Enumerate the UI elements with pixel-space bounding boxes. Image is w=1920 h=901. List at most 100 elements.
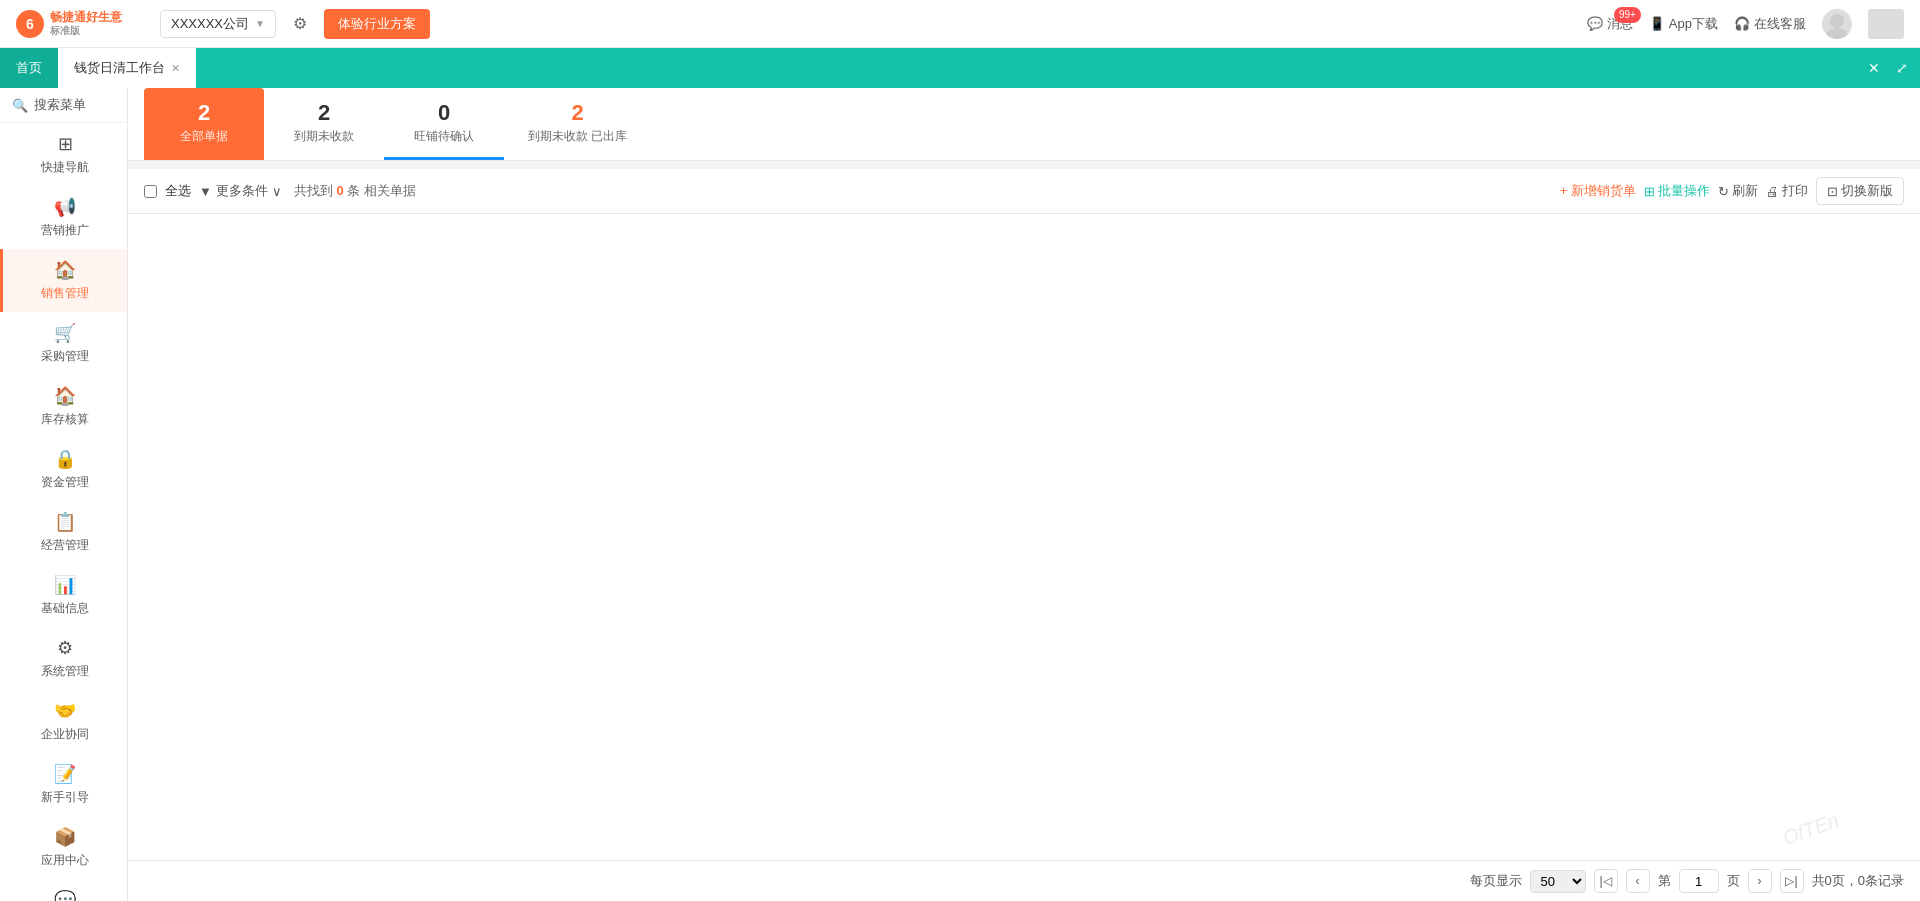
refresh-label: 刷新 [1732,182,1758,200]
more-filter-btn[interactable]: ▼ 更多条件 ∨ [199,182,282,200]
batch-ops-btn[interactable]: ⊞ 批量操作 [1644,182,1710,200]
stat-card-all[interactable]: 2 全部单据 [144,88,264,160]
switch-new-btn[interactable]: ⊡ 切换新版 [1816,177,1904,205]
logo-icon: 6 [16,10,44,38]
filter-arrow-icon: ∨ [272,184,282,199]
sidebar-item-app-center[interactable]: 📦 应用中心 [0,816,127,879]
avatar[interactable] [1822,9,1852,39]
sidebar-item-basic-info[interactable]: 📊 基础信息 [0,564,127,627]
stat-label-overdue: 到期未收款 [294,128,354,145]
stat-count-shipped: 2 [572,100,584,126]
tab-home[interactable]: 首页 [0,48,58,88]
stat-count-overdue: 2 [318,100,330,126]
toolbar-right: + 新增销货单 ⊞ 批量操作 ↻ 刷新 🖨 打印 ⊡ 切换新版 [1560,177,1904,205]
per-page-label: 每页显示 [1470,872,1522,890]
online-service-item[interactable]: 🎧 在线客服 [1734,15,1806,33]
inventory-icon: 🏠 [54,385,76,407]
switch-label: 切换新版 [1841,182,1893,200]
nav-tab-actions: ✕ ⤢ [1864,56,1920,80]
found-prefix: 共找到 [294,183,333,198]
sidebar-item-cooperation[interactable]: 🤝 企业协同 [0,690,127,753]
found-count: 0 [337,183,344,198]
nav-tabs: 首页 钱货日清工作台 ✕ ✕ ⤢ [0,48,1920,88]
app-download-icon: 📱 [1649,16,1665,31]
stats-bar: 2 全部单据 2 到期未收款 0 旺铺待确认 2 到期未收款 已出库 [128,88,1920,161]
quick-nav-icon: ⊞ [58,133,73,155]
tab-workbench[interactable]: 钱货日清工作台 ✕ [58,48,196,88]
purchase-icon: 🛒 [54,322,76,344]
refresh-btn[interactable]: ↻ 刷新 [1718,182,1758,200]
sidebar-item-quick-nav[interactable]: ⊞ 快捷导航 [0,123,127,186]
found-text: 共找到 0 条 相关单据 [294,182,416,200]
sidebar-label-purchase: 采购管理 [41,348,89,365]
prev-page-btn[interactable]: ‹ [1626,869,1650,893]
message-item[interactable]: 💬 消息 99+ [1587,15,1633,33]
print-btn[interactable]: 🖨 打印 [1766,182,1808,200]
next-page-btn[interactable]: › [1748,869,1772,893]
sidebar-item-system[interactable]: ⚙ 系统管理 [0,627,127,690]
sidebar-label-guide: 新手引导 [41,789,89,806]
sidebar-label-system: 系统管理 [41,663,89,680]
app-download-item[interactable]: 📱 App下载 [1649,15,1718,33]
trial-button[interactable]: 体验行业方案 [324,9,430,39]
search-menu-label: 搜索菜单 [34,96,86,114]
app-title: 畅捷通好生意 [50,10,122,24]
online-service-label: 在线客服 [1754,15,1806,33]
page-label-end: 页 [1727,872,1740,890]
refresh-icon: ↻ [1718,184,1729,199]
sidebar-item-purchase[interactable]: 🛒 采购管理 [0,312,127,375]
sidebar-item-operation[interactable]: 📋 经营管理 [0,501,127,564]
header-right: 💬 消息 99+ 📱 App下载 🎧 在线客服 [1587,9,1904,39]
app-center-icon: 📦 [54,826,76,848]
add-sales-btn[interactable]: + 新增销货单 [1560,182,1636,200]
print-icon: 🖨 [1766,184,1779,199]
stat-label-all: 全部单据 [180,128,228,145]
sidebar-search[interactable]: 🔍 搜索菜单 [0,88,127,123]
sidebar: 🔍 搜索菜单 ⊞ 快捷导航 📢 营销推广 🏠 销售管理 🛒 采购管理 🏠 库存核… [0,88,128,901]
sidebar-label-finance: 资金管理 [41,474,89,491]
sidebar-item-guide[interactable]: 📝 新手引导 [0,753,127,816]
last-page-btn[interactable]: ▷| [1780,869,1804,893]
page-input[interactable] [1679,869,1719,893]
first-page-btn[interactable]: |◁ [1594,869,1618,893]
svg-point-1 [1826,28,1848,39]
cooperation-icon: 🤝 [54,700,76,722]
guide-icon: 📝 [54,763,76,785]
headset-icon: 🎧 [1734,16,1750,31]
stat-count-wangpu: 0 [438,100,450,126]
batch-label: 批量操作 [1658,182,1710,200]
sidebar-item-finance[interactable]: 🔒 资金管理 [0,438,127,501]
sidebar-label-basic-info: 基础信息 [41,600,89,617]
per-page-select[interactable]: 50 100 200 [1530,870,1586,893]
message-badge: 99+ [1614,7,1641,23]
table-area [128,214,1920,860]
pagination-bar: 每页显示 50 100 200 |◁ ‹ 第 页 › ▷| 共0页，0条记录 [128,860,1920,901]
toolbar: 全选 ▼ 更多条件 ∨ 共找到 0 条 相关单据 + 新增销货单 ⊞ 批量操作 … [128,169,1920,214]
stat-card-wangpu[interactable]: 0 旺铺待确认 [384,88,504,160]
sidebar-label-marketing: 营销推广 [41,222,89,239]
sidebar-item-sales[interactable]: 🏠 销售管理 [0,249,127,312]
sidebar-item-wechat[interactable]: 💬 企业微信 [0,879,127,901]
sidebar-label-operation: 经营管理 [41,537,89,554]
company-selector[interactable]: XXXXXX公司 ▼ [160,10,276,38]
sidebar-label-quick-nav: 快捷导航 [41,159,89,176]
stat-card-overdue[interactable]: 2 到期未收款 [264,88,384,160]
select-all-checkbox[interactable] [144,185,157,198]
company-name: XXXXXX公司 [171,15,249,33]
content-area: 2 全部单据 2 到期未收款 0 旺铺待确认 2 到期未收款 已出库 全选 ▼ … [128,88,1920,901]
sidebar-label-app-center: 应用中心 [41,852,89,869]
sidebar-item-inventory[interactable]: 🏠 库存核算 [0,375,127,438]
user-name-area [1868,9,1904,39]
wechat-icon: 💬 [54,889,76,901]
finance-icon: 🔒 [54,448,76,470]
close-tab-btn[interactable]: ✕ [1864,56,1884,80]
tab-close-icon[interactable]: ✕ [171,62,180,75]
expand-tab-btn[interactable]: ⤢ [1892,56,1912,80]
batch-icon: ⊞ [1644,184,1655,199]
main-layout: 🔍 搜索菜单 ⊞ 快捷导航 📢 营销推广 🏠 销售管理 🛒 采购管理 🏠 库存核… [0,88,1920,901]
stat-card-shipped[interactable]: 2 到期未收款 已出库 [504,88,651,160]
found-suffix: 条 相关单据 [347,183,416,198]
sidebar-item-marketing[interactable]: 📢 营销推广 [0,186,127,249]
settings-icon[interactable]: ⚙ [284,8,316,40]
sidebar-label-inventory: 库存核算 [41,411,89,428]
